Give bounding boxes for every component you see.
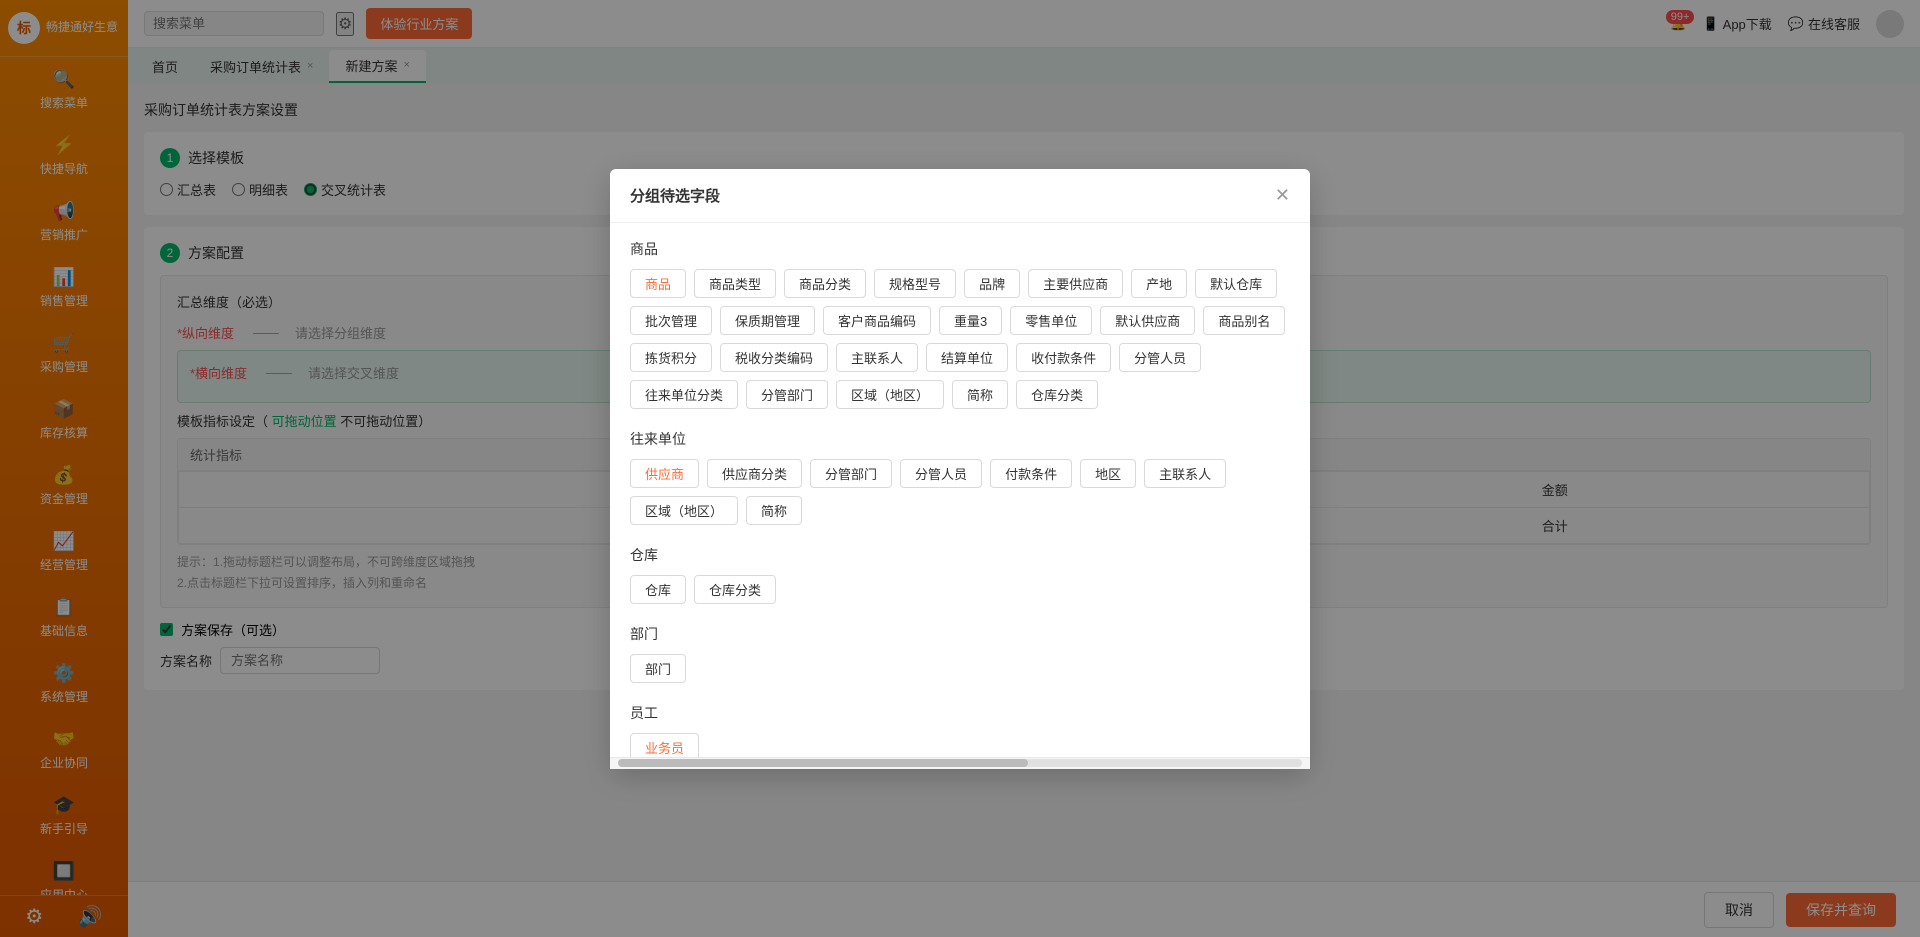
field-section-department: 部门部门	[630, 624, 1290, 683]
field-tag-warehouse-0[interactable]: 仓库	[630, 575, 686, 604]
field-tag-product-0[interactable]: 商品	[630, 269, 686, 298]
modal-dialog: 分组待选字段 ✕ 商品商品商品类型商品分类规格型号品牌主要供应商产地默认仓库批次…	[610, 169, 1310, 769]
field-tag-product-19[interactable]: 收付款条件	[1016, 343, 1111, 372]
field-tag-product-7[interactable]: 默认仓库	[1195, 269, 1277, 298]
field-tag-product-4[interactable]: 品牌	[964, 269, 1020, 298]
field-section-title-product: 商品	[630, 239, 1290, 259]
field-tag-department-0[interactable]: 部门	[630, 654, 686, 683]
field-tag-product-22[interactable]: 分管部门	[746, 380, 828, 409]
field-tag-product-5[interactable]: 主要供应商	[1028, 269, 1123, 298]
modal-title: 分组待选字段	[630, 185, 720, 206]
field-tag-counterpart-1[interactable]: 供应商分类	[707, 459, 802, 488]
field-tag-product-25[interactable]: 仓库分类	[1016, 380, 1098, 409]
field-tag-product-24[interactable]: 简称	[952, 380, 1008, 409]
field-section-staff: 员工业务员	[630, 703, 1290, 757]
field-tags-staff: 业务员	[630, 733, 1290, 757]
field-section-product: 商品商品商品类型商品分类规格型号品牌主要供应商产地默认仓库批次管理保质期管理客户…	[630, 239, 1290, 409]
field-tag-product-6[interactable]: 产地	[1131, 269, 1187, 298]
field-tag-product-13[interactable]: 默认供应商	[1100, 306, 1195, 335]
modal-overlay: 分组待选字段 ✕ 商品商品商品类型商品分类规格型号品牌主要供应商产地默认仓库批次…	[0, 0, 1920, 937]
field-tag-counterpart-4[interactable]: 付款条件	[990, 459, 1072, 488]
field-tag-counterpart-6[interactable]: 主联系人	[1144, 459, 1226, 488]
field-tag-product-11[interactable]: 重量3	[939, 306, 1002, 335]
field-tag-product-2[interactable]: 商品分类	[784, 269, 866, 298]
field-tag-product-8[interactable]: 批次管理	[630, 306, 712, 335]
field-tag-product-9[interactable]: 保质期管理	[720, 306, 815, 335]
field-tag-product-15[interactable]: 拣货积分	[630, 343, 712, 372]
field-tag-product-10[interactable]: 客户商品编码	[823, 306, 931, 335]
field-tag-warehouse-1[interactable]: 仓库分类	[694, 575, 776, 604]
field-tag-product-3[interactable]: 规格型号	[874, 269, 956, 298]
field-tag-product-18[interactable]: 结算单位	[926, 343, 1008, 372]
field-tag-staff-0[interactable]: 业务员	[630, 733, 699, 757]
field-tags-counterpart: 供应商供应商分类分管部门分管人员付款条件地区主联系人区域（地区） 简称	[630, 459, 1290, 525]
field-section-counterpart: 往来单位供应商供应商分类分管部门分管人员付款条件地区主联系人区域（地区） 简称	[630, 429, 1290, 525]
field-tags-warehouse: 仓库仓库分类	[630, 575, 1290, 604]
field-section-title-department: 部门	[630, 624, 1290, 644]
field-tag-counterpart-7[interactable]: 区域（地区）	[630, 496, 738, 525]
modal-hscroll-bar[interactable]	[610, 757, 1310, 769]
modal-close-button[interactable]: ✕	[1275, 185, 1290, 206]
field-tag-product-23[interactable]: 区域（地区）	[836, 380, 944, 409]
field-tags-product: 商品商品类型商品分类规格型号品牌主要供应商产地默认仓库批次管理保质期管理客户商品…	[630, 269, 1290, 409]
modal-hscroll-thumb	[618, 759, 1028, 767]
field-tags-department: 部门	[630, 654, 1290, 683]
field-tag-counterpart-2[interactable]: 分管部门	[810, 459, 892, 488]
field-tag-counterpart-0[interactable]: 供应商	[630, 459, 699, 488]
modal-header: 分组待选字段 ✕	[610, 169, 1310, 223]
field-tag-product-16[interactable]: 税收分类编码	[720, 343, 828, 372]
field-tag-counterpart-8[interactable]: 简称	[746, 496, 802, 525]
field-tag-counterpart-5[interactable]: 地区	[1080, 459, 1136, 488]
field-tag-product-14[interactable]: 商品别名	[1203, 306, 1285, 335]
field-tag-product-17[interactable]: 主联系人	[836, 343, 918, 372]
modal-body[interactable]: 商品商品商品类型商品分类规格型号品牌主要供应商产地默认仓库批次管理保质期管理客户…	[610, 223, 1310, 757]
field-tag-product-12[interactable]: 零售单位	[1010, 306, 1092, 335]
field-tag-product-1[interactable]: 商品类型	[694, 269, 776, 298]
field-section-warehouse: 仓库仓库仓库分类	[630, 545, 1290, 604]
modal-hscroll-track	[618, 759, 1302, 767]
field-section-title-warehouse: 仓库	[630, 545, 1290, 565]
field-tag-counterpart-3[interactable]: 分管人员	[900, 459, 982, 488]
field-tag-product-21[interactable]: 往来单位分类	[630, 380, 738, 409]
field-section-title-staff: 员工	[630, 703, 1290, 723]
field-tag-product-20[interactable]: 分管人员	[1119, 343, 1201, 372]
field-section-title-counterpart: 往来单位	[630, 429, 1290, 449]
